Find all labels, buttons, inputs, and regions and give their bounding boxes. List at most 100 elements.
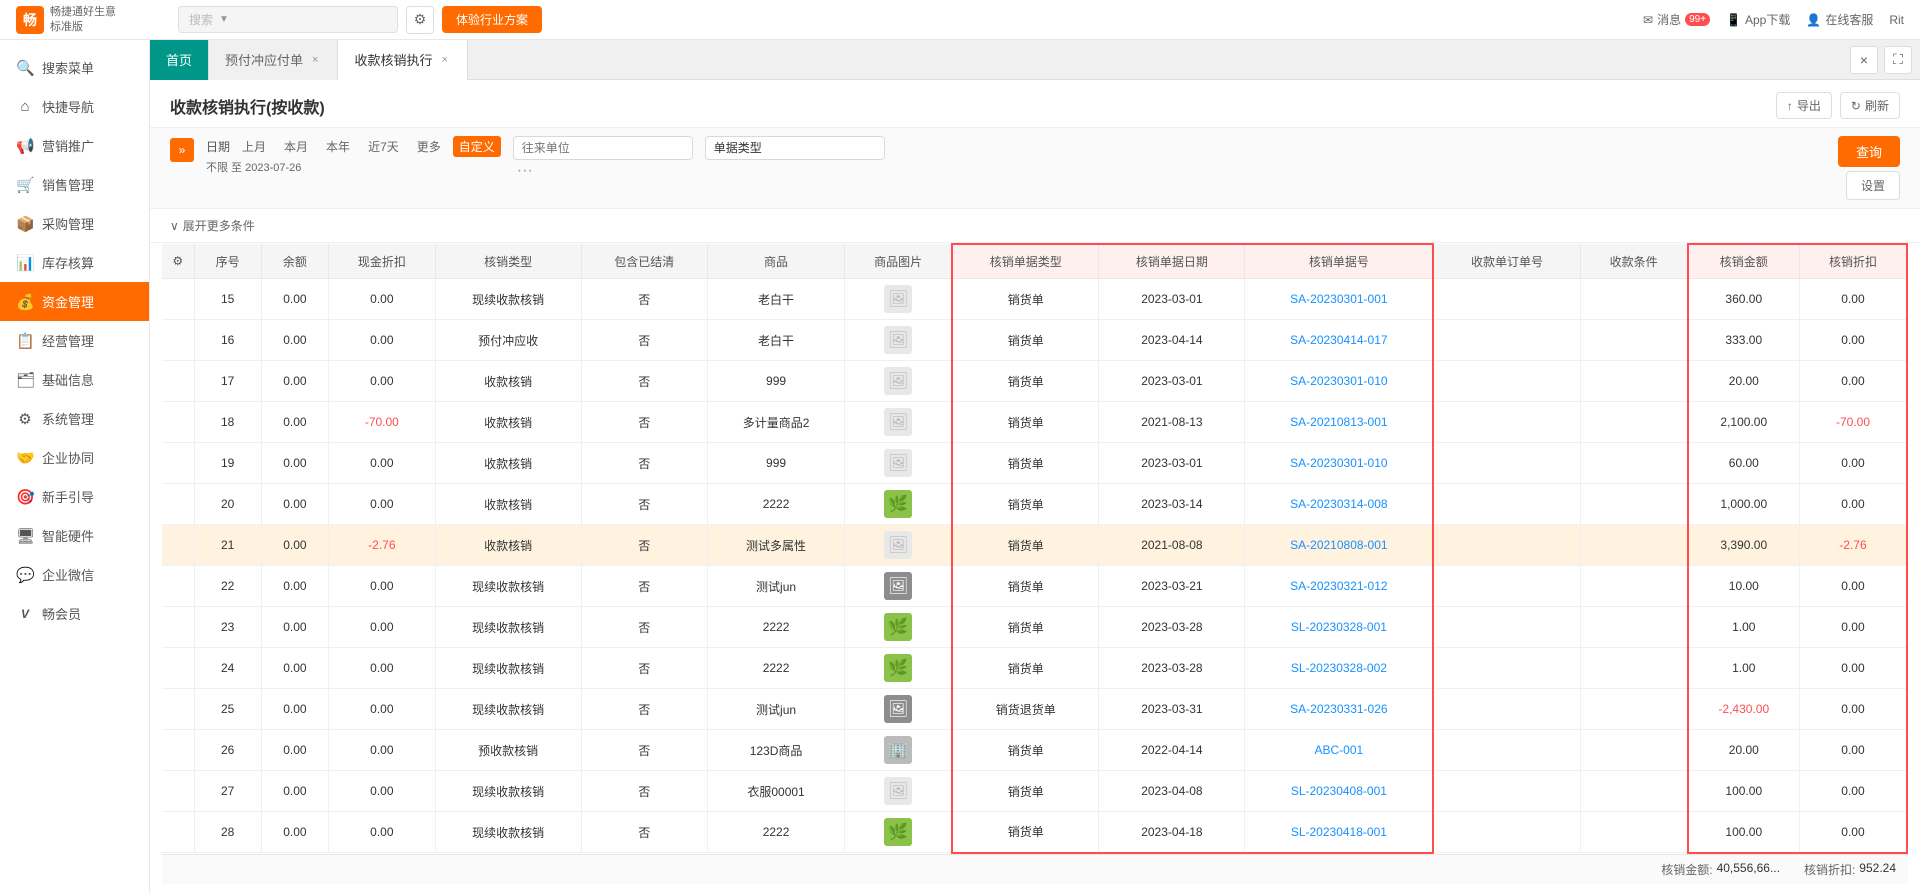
setting-button[interactable]: 设置	[1846, 171, 1900, 200]
expand-more-btn[interactable]: ∨ 展开更多条件	[170, 213, 255, 238]
tab-prepay-close[interactable]: ×	[309, 53, 321, 67]
cell-receipt-condition	[1580, 320, 1687, 361]
write-off-doc-link[interactable]: SA-20210813-001	[1290, 415, 1387, 429]
cell-cash-discount: 0.00	[329, 812, 436, 853]
sidebar-item-member[interactable]: V 畅会员	[0, 594, 149, 633]
sidebar-item-operations[interactable]: 📋 经营管理	[0, 321, 149, 360]
date-custom-btn[interactable]: 自定义	[453, 136, 501, 157]
product-image: 🏢	[884, 736, 912, 764]
online-service-action[interactable]: 👤 在线客服	[1806, 11, 1873, 28]
table-row: 19 0.00 0.00 收款核销 否 999 🖼 销货单 2023-03-01…	[162, 443, 1907, 484]
basic-info-icon: 🗂	[16, 371, 34, 389]
tab-prepay[interactable]: 预付冲应付单 ×	[209, 40, 338, 80]
cell-balance: 0.00	[261, 812, 328, 853]
cell-receipt-condition	[1580, 689, 1687, 730]
cell-write-off-discount: 0.00	[1799, 566, 1907, 607]
sidebar-label-sales: 销售管理	[42, 175, 94, 194]
notification-action[interactable]: ✉ 消息 99+	[1643, 11, 1710, 28]
sidebar-item-guide[interactable]: 🎯 新手引导	[0, 477, 149, 516]
sidebar-item-search[interactable]: 🔍 搜索菜单	[0, 48, 149, 87]
tab-home[interactable]: 首页	[150, 40, 209, 80]
write-off-doc-link[interactable]: SA-20230414-017	[1290, 333, 1387, 347]
tab-write-off[interactable]: 收款核销执行 ×	[338, 40, 467, 80]
cell-write-off-discount: 0.00	[1799, 689, 1907, 730]
sidebar-item-finance[interactable]: 💰 资金管理	[0, 282, 149, 321]
cell-write-off-discount: 0.00	[1799, 730, 1907, 771]
cell-index: 15	[194, 279, 261, 320]
query-button[interactable]: 查询	[1838, 136, 1900, 167]
cell-write-off-discount: 0.00	[1799, 607, 1907, 648]
table-row: 21 0.00 -2.76 收款核销 否 测试多属性 🖼 销货单 2021-08…	[162, 525, 1907, 566]
sidebar-item-collaboration[interactable]: 🤝 企业协同	[0, 438, 149, 477]
write-off-doc-link[interactable]: SA-20230314-008	[1290, 497, 1387, 511]
cell-receipt-order-no	[1433, 607, 1580, 648]
cell-balance: 0.00	[261, 607, 328, 648]
cell-balance: 0.00	[261, 320, 328, 361]
sidebar-item-basic-info[interactable]: 🗂 基础信息	[0, 360, 149, 399]
footer-write-off-discount: 核销折扣: 952.24	[1804, 861, 1896, 878]
single-type-select[interactable]: 单据类型	[705, 136, 885, 160]
filter-dots-icon[interactable]: ···	[513, 162, 693, 180]
search-icon: 🔍	[16, 59, 34, 77]
cell-write-off-amount: 20.00	[1688, 361, 1800, 402]
table-settings-icon[interactable]: ⚙	[172, 254, 183, 268]
counterparty-input[interactable]	[513, 136, 693, 160]
sidebar-item-sales[interactable]: 🛒 销售管理	[0, 165, 149, 204]
date-7days-btn[interactable]: 近7天	[362, 136, 405, 157]
cell-write-off-type: 现续收款核销	[435, 648, 581, 689]
tab-fullscreen-btn[interactable]: ⛶	[1884, 46, 1912, 74]
write-off-doc-link[interactable]: SL-20230418-001	[1291, 825, 1387, 839]
write-off-doc-link[interactable]: SL-20230328-001	[1291, 620, 1387, 634]
write-off-doc-link[interactable]: SA-20210808-001	[1290, 538, 1387, 552]
sidebar-label-purchase: 采购管理	[42, 214, 94, 233]
tab-close-btn[interactable]: ×	[1850, 46, 1878, 74]
table-row: 22 0.00 0.00 现续收款核销 否 测试jun 🖼 销货单 2023-0…	[162, 566, 1907, 607]
refresh-label: 刷新	[1865, 97, 1889, 114]
sidebar-item-purchase[interactable]: 📦 采购管理	[0, 204, 149, 243]
cell-include-settled: 否	[581, 730, 707, 771]
date-more-btn[interactable]: 更多	[411, 136, 447, 157]
tab-write-off-close[interactable]: ×	[438, 53, 450, 67]
search-box[interactable]: 搜索 ▼	[178, 6, 398, 33]
write-off-doc-link[interactable]: SA-20230301-010	[1290, 374, 1387, 388]
col-settings[interactable]: ⚙	[162, 244, 194, 279]
sidebar-item-wechat[interactable]: 💬 企业微信	[0, 555, 149, 594]
write-off-doc-link[interactable]: ABC-001	[1315, 743, 1364, 757]
write-off-doc-link[interactable]: SA-20230301-001	[1290, 292, 1387, 306]
trial-button[interactable]: 体验行业方案	[442, 6, 542, 33]
cell-product-image: 🖼	[845, 771, 952, 812]
operations-icon: 📋	[16, 332, 34, 350]
settings-icon[interactable]: ⚙	[406, 6, 434, 34]
sidebar-item-inventory[interactable]: 📊 库存核算	[0, 243, 149, 282]
app-download-action[interactable]: 📱 App下载	[1726, 11, 1790, 28]
cell-settings	[162, 689, 194, 730]
date-this-month-btn[interactable]: 本月	[278, 136, 314, 157]
write-off-doc-link[interactable]: SA-20230321-012	[1290, 579, 1387, 593]
sidebar-item-hardware[interactable]: 🖥 智能硬件	[0, 516, 149, 555]
sidebar-item-marketing[interactable]: 📢 营销推广	[0, 126, 149, 165]
user-action[interactable]: Rit	[1889, 13, 1904, 27]
table-area[interactable]: ⚙ 序号 余额 现金折扣 核销类型 包含已结清 商品 商品图片 核销单据类型 核…	[150, 243, 1920, 893]
sidebar-label-finance: 资金管理	[42, 292, 94, 311]
refresh-button[interactable]: ↻ 刷新	[1840, 92, 1900, 119]
sidebar-item-system[interactable]: ⚙ 系统管理	[0, 399, 149, 438]
cell-write-off-discount: 0.00	[1799, 320, 1907, 361]
cell-product-image: 🌿	[845, 648, 952, 689]
cell-settings	[162, 361, 194, 402]
sidebar-label-wechat: 企业微信	[42, 565, 94, 584]
cell-product-image: 🖼	[845, 279, 952, 320]
write-off-doc-link[interactable]: SA-20230331-026	[1290, 702, 1387, 716]
export-button[interactable]: ↑ 导出	[1776, 92, 1832, 119]
sidebar-item-shortcuts[interactable]: ⌂ 快捷导航	[0, 87, 149, 126]
cell-product-image: 🖼	[845, 361, 952, 402]
cell-index: 27	[194, 771, 261, 812]
hardware-icon: 🖥	[16, 527, 34, 545]
write-off-doc-link[interactable]: SL-20230328-002	[1291, 661, 1387, 675]
write-off-doc-link[interactable]: SA-20230301-010	[1290, 456, 1387, 470]
cell-product: 2222	[707, 607, 844, 648]
filter-toggle-btn[interactable]: »	[170, 138, 194, 162]
write-off-doc-link[interactable]: SL-20230408-001	[1291, 784, 1387, 798]
cell-product: 衣服00001	[707, 771, 844, 812]
date-last-month-btn[interactable]: 上月	[236, 136, 272, 157]
date-this-year-btn[interactable]: 本年	[320, 136, 356, 157]
